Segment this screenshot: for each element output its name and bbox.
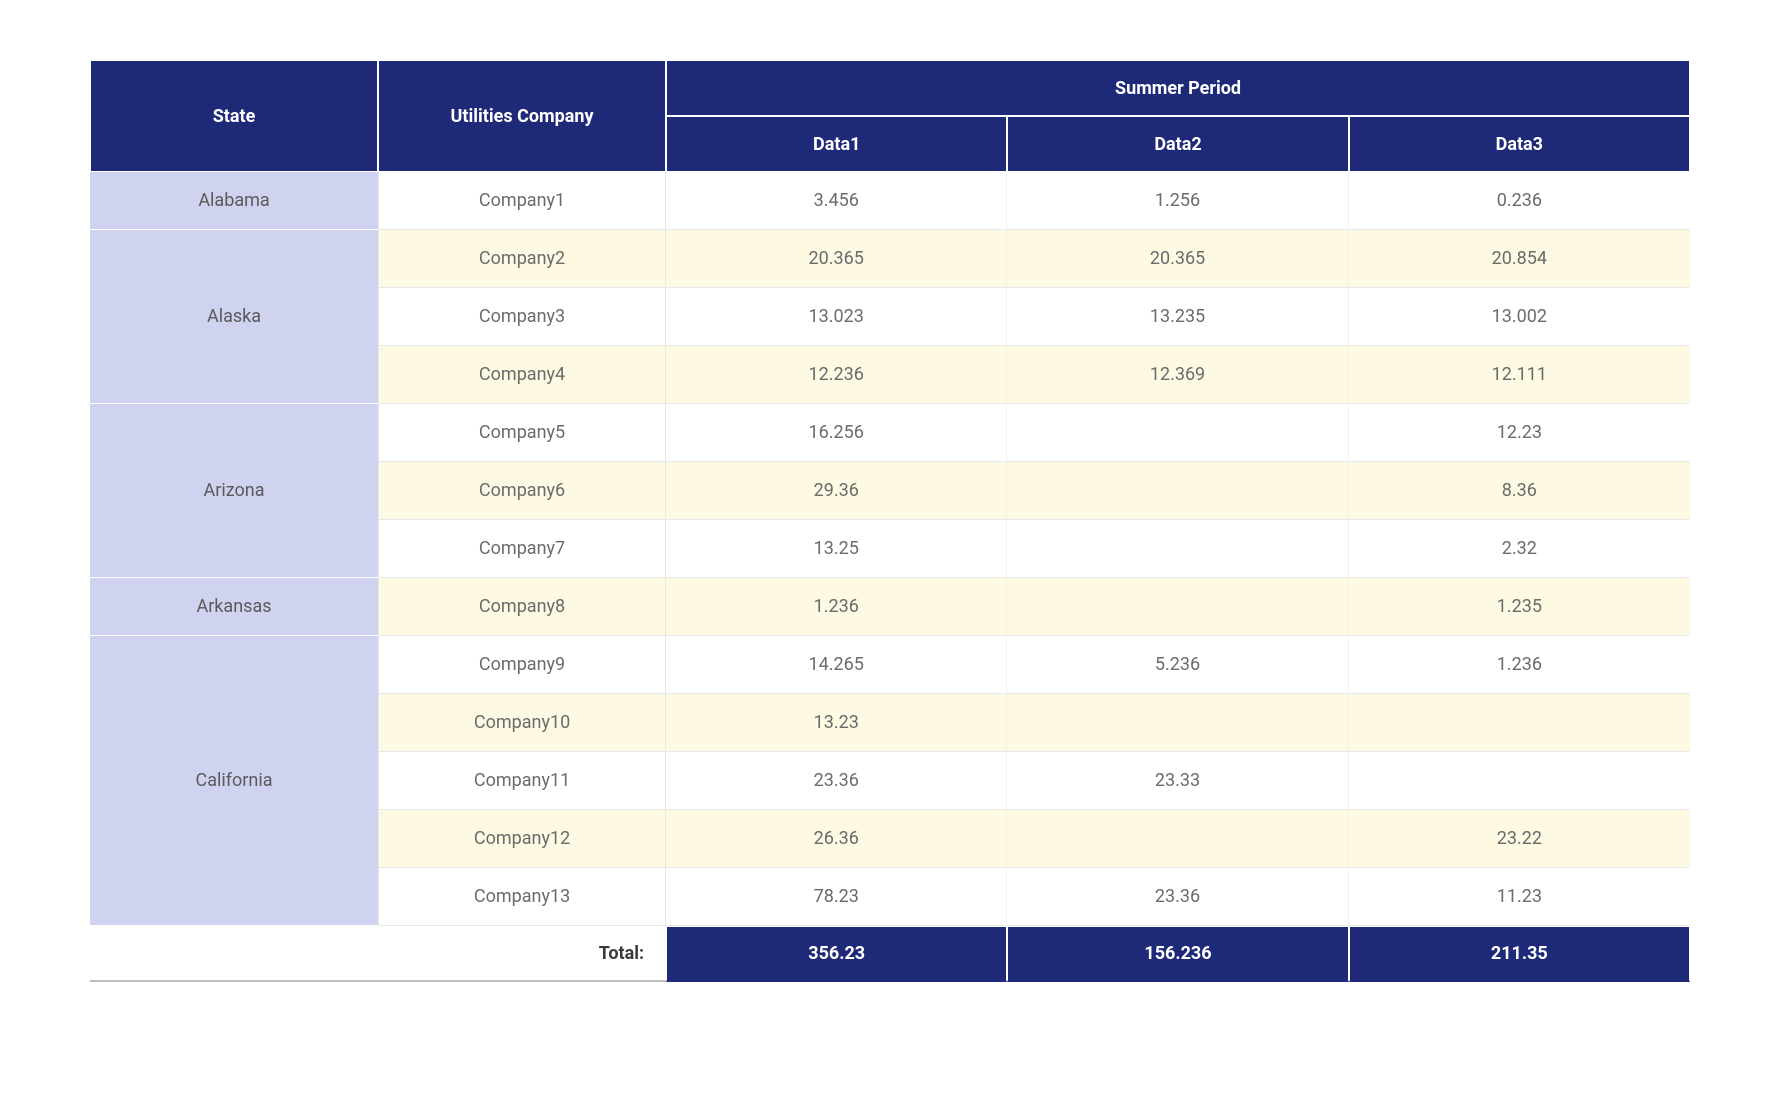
- company-cell: Company9: [378, 636, 666, 694]
- data-cell: 78.23: [666, 868, 1007, 926]
- data-cell: 16.256: [666, 404, 1007, 462]
- data-cell: 23.33: [1007, 752, 1348, 810]
- data-cell: [1007, 520, 1348, 578]
- data-cell: 20.365: [666, 230, 1007, 288]
- table-footer: Total: 356.23 156.236 211.35: [90, 926, 1690, 982]
- data-cell: 1.236: [666, 578, 1007, 636]
- data-cell: 1.236: [1349, 636, 1690, 694]
- data-cell: 23.36: [666, 752, 1007, 810]
- data-cell: [1007, 404, 1348, 462]
- data-cell: 26.36: [666, 810, 1007, 868]
- company-cell: Company3: [378, 288, 666, 346]
- company-cell: Company8: [378, 578, 666, 636]
- state-cell: California: [90, 636, 378, 926]
- data-cell: 20.854: [1349, 230, 1690, 288]
- data-cell: 13.23: [666, 694, 1007, 752]
- data-cell: [1007, 694, 1348, 752]
- company-cell: Company1: [378, 172, 666, 230]
- data-cell: 3.456: [666, 172, 1007, 230]
- data-cell: 14.265: [666, 636, 1007, 694]
- data-cell: 1.235: [1349, 578, 1690, 636]
- table-row: AlabamaCompany13.4561.2560.236: [90, 172, 1690, 230]
- data-cell: 12.236: [666, 346, 1007, 404]
- table-row: ArizonaCompany516.25612.23: [90, 404, 1690, 462]
- data-cell: 23.22: [1349, 810, 1690, 868]
- table-row: ArkansasCompany81.236 1.235: [90, 578, 1690, 636]
- data-cell: 12.111: [1349, 346, 1690, 404]
- data-cell: 8.36: [1349, 462, 1690, 520]
- footer-total-data2: 156.236: [1007, 926, 1348, 982]
- header-utilities: Utilities Company: [378, 60, 666, 172]
- company-cell: Company2: [378, 230, 666, 288]
- footer-total-data1: 356.23: [666, 926, 1007, 982]
- table-header: State Utilities Company Summer Period Da…: [90, 60, 1690, 172]
- state-cell: Alabama: [90, 172, 378, 230]
- data-cell: 13.002: [1349, 288, 1690, 346]
- company-cell: Company10: [378, 694, 666, 752]
- data-cell: [1349, 752, 1690, 810]
- table-row: CaliforniaCompany914.2655.2361.236: [90, 636, 1690, 694]
- data-cell: [1007, 578, 1348, 636]
- data-cell: 13.023: [666, 288, 1007, 346]
- data-cell: [1349, 694, 1690, 752]
- data-cell: 11.23: [1349, 868, 1690, 926]
- company-cell: Company7: [378, 520, 666, 578]
- company-cell: Company13: [378, 868, 666, 926]
- data-cell: 0.236: [1349, 172, 1690, 230]
- data-cell: 12.369: [1007, 346, 1348, 404]
- company-cell: Company5: [378, 404, 666, 462]
- data-cell: 29.36: [666, 462, 1007, 520]
- data-cell: 1.256: [1007, 172, 1348, 230]
- company-cell: Company12: [378, 810, 666, 868]
- table-row: AlaskaCompany220.36520.36520.854: [90, 230, 1690, 288]
- state-cell: Alaska: [90, 230, 378, 404]
- data-cell: 12.23: [1349, 404, 1690, 462]
- company-cell: Company4: [378, 346, 666, 404]
- data-cell: 13.235: [1007, 288, 1348, 346]
- company-cell: Company6: [378, 462, 666, 520]
- data-cell: 2.32: [1349, 520, 1690, 578]
- summary-table: State Utilities Company Summer Period Da…: [90, 60, 1690, 982]
- data-cell: 20.365: [1007, 230, 1348, 288]
- data-cell: 5.236: [1007, 636, 1348, 694]
- footer-total-data3: 211.35: [1349, 926, 1690, 982]
- header-group-summer: Summer Period: [666, 60, 1690, 116]
- footer-total-label: Total:: [90, 926, 666, 982]
- header-data1: Data1: [666, 116, 1007, 172]
- header-data2: Data2: [1007, 116, 1348, 172]
- data-cell: 23.36: [1007, 868, 1348, 926]
- table-body: AlabamaCompany13.4561.2560.236AlaskaComp…: [90, 172, 1690, 926]
- company-cell: Company11: [378, 752, 666, 810]
- state-cell: Arizona: [90, 404, 378, 578]
- state-cell: Arkansas: [90, 578, 378, 636]
- data-cell: [1007, 462, 1348, 520]
- header-state: State: [90, 60, 378, 172]
- data-cell: 13.25: [666, 520, 1007, 578]
- header-data3: Data3: [1349, 116, 1690, 172]
- data-cell: [1007, 810, 1348, 868]
